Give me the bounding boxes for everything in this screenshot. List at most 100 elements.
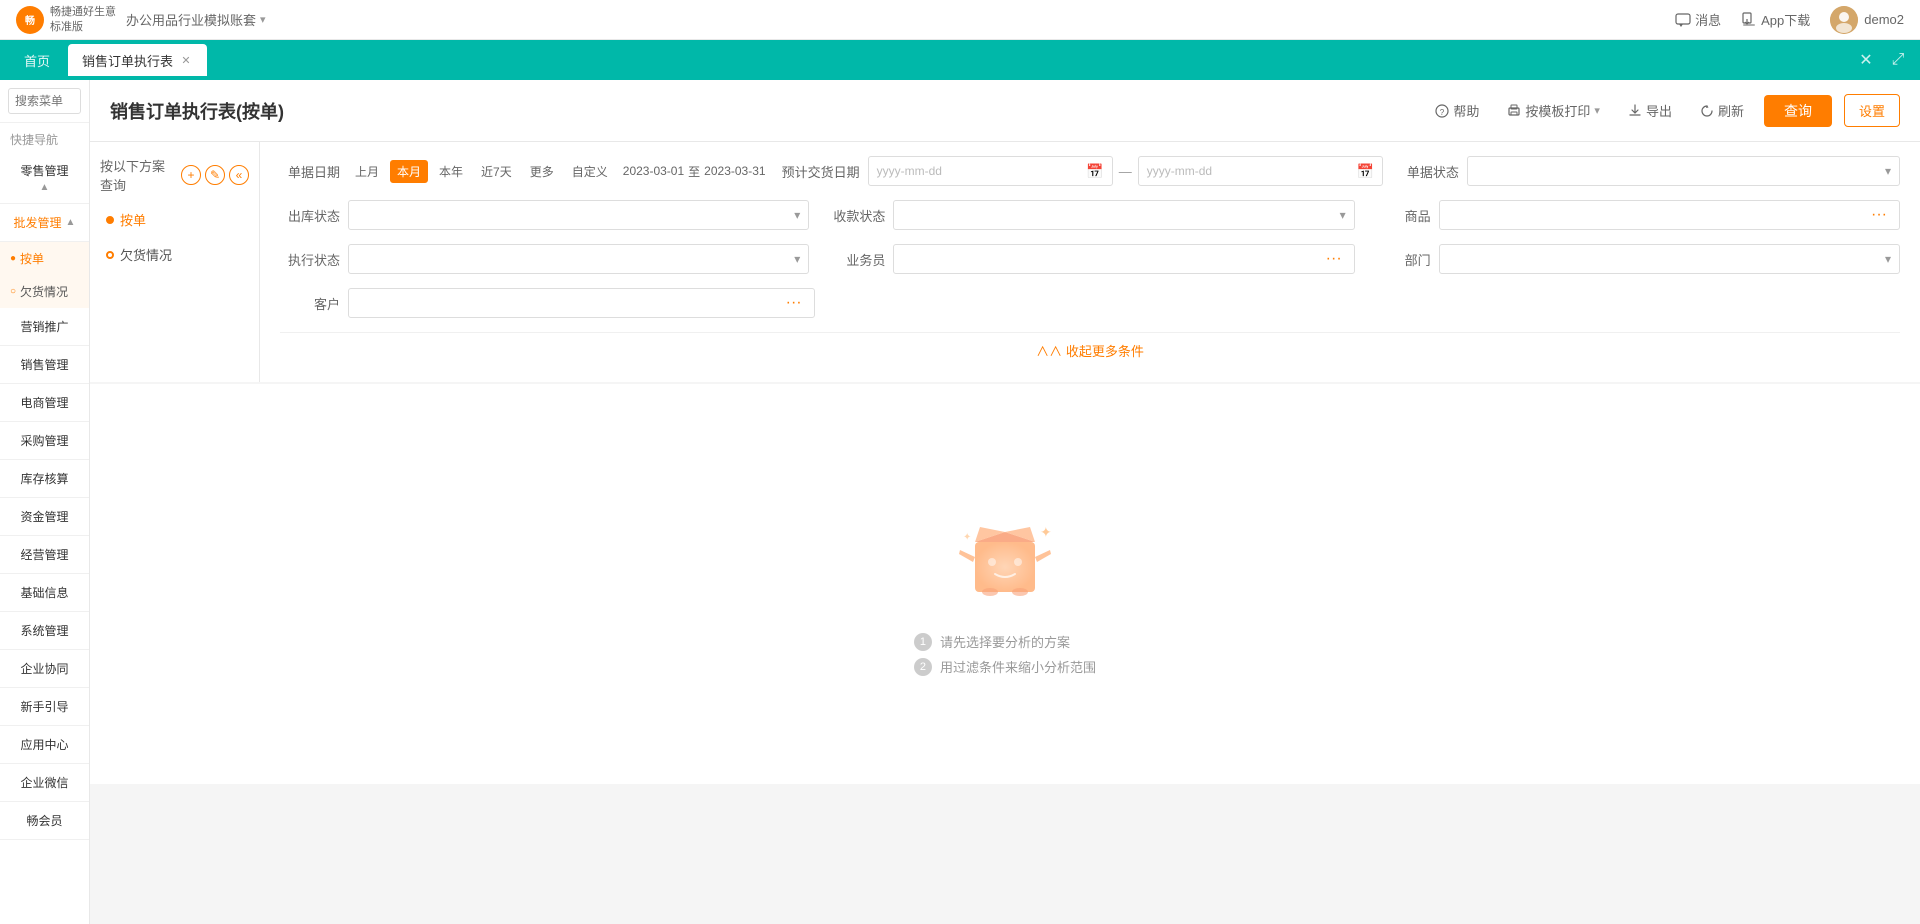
shipment-status-select[interactable]: ▾	[348, 200, 809, 230]
sidebar-item-member[interactable]: 畅会员	[0, 802, 89, 840]
date-btn-this-year[interactable]: 本年	[432, 160, 470, 183]
app-name: 畅捷通好生意 标准版	[50, 5, 116, 34]
empty-tips: 1 请先选择要分析的方案 2 用过滤条件来缩小分析范围	[914, 632, 1096, 676]
goods-label: 商品	[1371, 206, 1431, 225]
print-template-btn[interactable]: 按模板打印 ▾	[1499, 97, 1608, 124]
sidebar-item-wholesale[interactable]: 批发管理 ▲	[0, 204, 89, 242]
sidebar-nav-label: 快捷导航	[0, 123, 89, 152]
receipt-chevron: ▾	[1340, 208, 1346, 222]
exec-status-select[interactable]: ▾	[348, 244, 809, 274]
sidebar-item-finance[interactable]: 资金管理	[0, 498, 89, 536]
message-btn[interactable]: 消息	[1675, 10, 1721, 29]
sidebar-item-purchase[interactable]: 采购管理	[0, 422, 89, 460]
date-btn-7days[interactable]: 近7天	[474, 160, 519, 183]
goods-input[interactable]: ···	[1439, 200, 1900, 230]
tip-num-1: 1	[914, 633, 932, 651]
empty-tip-2: 2 用过滤条件来缩小分析范围	[914, 657, 1096, 676]
date-btn-more[interactable]: 更多	[523, 160, 561, 183]
date-btn-last-month[interactable]: 上月	[348, 160, 386, 183]
sidebar-item-owe-goods[interactable]: ○ 欠货情况	[0, 275, 89, 308]
sidebar-item-sales[interactable]: 销售管理	[0, 346, 89, 384]
page-title: 销售订单执行表(按单)	[110, 98, 284, 138]
shipment-status-label: 出库状态	[280, 206, 340, 225]
doc-status-label: 单据状态	[1399, 162, 1459, 181]
filter-doc-status: 单据状态 ▾	[1399, 156, 1900, 186]
customer-input[interactable]: ···	[348, 288, 815, 318]
filter-dept: 部门 ▾	[1371, 244, 1900, 274]
date-btn-current-month[interactable]: 本月	[390, 160, 428, 183]
customer-more-icon[interactable]: ···	[782, 294, 806, 312]
dept-select[interactable]: ▾	[1439, 244, 1900, 274]
expected-date-start[interactable]: yyyy-mm-dd 📅	[868, 156, 1113, 186]
sidebar-item-ecommerce[interactable]: 电商管理	[0, 384, 89, 422]
sidebar-item-operations[interactable]: 经营管理	[0, 536, 89, 574]
expected-date-end[interactable]: yyyy-mm-dd 📅	[1138, 156, 1383, 186]
tab-bar: 首页 销售订单执行表 ✕ ✕ ⤢	[0, 40, 1920, 80]
tab-sales-order[interactable]: 销售订单执行表 ✕	[68, 44, 207, 76]
help-icon: ?	[1435, 104, 1449, 118]
sidebar: 快捷导航 零售管理 ▲ 批发管理 ▲ ● 按单 ○ 欠货情况 营销推广 销售管理	[0, 80, 90, 924]
sidebar-search-container	[0, 80, 89, 123]
header-dropdown-icon[interactable]: ▾	[260, 13, 266, 26]
doc-date-label: 单据日期	[280, 162, 340, 181]
expected-date-range: yyyy-mm-dd 📅 — yyyy-mm-dd 📅	[868, 156, 1383, 186]
salesperson-input[interactable]: ···	[893, 244, 1354, 274]
content-area: 销售订单执行表(按单) ? 帮助 按模板打印 ▾ 导出 刷新	[90, 80, 1920, 924]
sidebar-item-newbie[interactable]: 新手引导	[0, 688, 89, 726]
sidebar-item-inventory[interactable]: 库存核算	[0, 460, 89, 498]
dept-label: 部门	[1371, 250, 1431, 269]
empty-tip-1: 1 请先选择要分析的方案	[914, 632, 1096, 651]
svg-text:?: ?	[1440, 108, 1445, 117]
add-scheme-btn[interactable]: +	[181, 165, 201, 185]
expected-date-label: 预计交货日期	[782, 162, 860, 181]
refresh-btn[interactable]: 刷新	[1692, 97, 1752, 124]
filter-row-4: 客户 ···	[280, 288, 815, 318]
goods-more-icon[interactable]: ···	[1867, 206, 1891, 224]
settings-btn[interactable]: 设置	[1844, 94, 1900, 127]
collapse-scheme-btn[interactable]: «	[229, 165, 249, 185]
sidebar-item-apps[interactable]: 应用中心	[0, 726, 89, 764]
scheme-item-by-order[interactable]: 按单	[90, 202, 259, 237]
sidebar-item-system[interactable]: 系统管理	[0, 612, 89, 650]
tab-close-btn[interactable]: ✕	[179, 53, 193, 67]
sidebar-item-wechat[interactable]: 企业微信	[0, 764, 89, 802]
tab-close-all-btn[interactable]: ✕	[1854, 48, 1878, 72]
app-logo: 畅	[16, 6, 44, 34]
doc-status-select[interactable]: ▾	[1467, 156, 1900, 186]
message-icon	[1675, 12, 1691, 28]
filter-scheme-panel: 按以下方案查询 + ✎ « 按单 欠货情况	[90, 142, 260, 382]
sidebar-item-retail[interactable]: 零售管理 ▲	[0, 152, 89, 204]
export-btn[interactable]: 导出	[1620, 97, 1680, 124]
print-dropdown-icon[interactable]: ▾	[1594, 104, 1600, 117]
filter-collapse-btn[interactable]: ∧∧ 收起更多条件	[280, 332, 1900, 368]
scheme-dot-filled	[106, 216, 114, 224]
search-input[interactable]	[8, 88, 81, 114]
receipt-status-select[interactable]: ▾	[893, 200, 1354, 230]
date-btn-custom[interactable]: 自定义	[565, 160, 615, 183]
calendar-start-icon[interactable]: 📅	[1086, 163, 1103, 180]
sidebar-item-by-order[interactable]: ● 按单	[0, 242, 89, 275]
page-header: 销售订单执行表(按单) ? 帮助 按模板打印 ▾ 导出 刷新	[90, 80, 1920, 142]
help-btn[interactable]: ? 帮助	[1427, 97, 1487, 124]
calendar-end-icon[interactable]: 📅	[1356, 163, 1373, 180]
sidebar-item-enterprise[interactable]: 企业协同	[0, 650, 89, 688]
search-btn[interactable]: 查询	[1764, 95, 1832, 127]
tab-expand-btn[interactable]: ⤢	[1886, 48, 1910, 72]
main-layout: 快捷导航 零售管理 ▲ 批发管理 ▲ ● 按单 ○ 欠货情况 营销推广 销售管理	[0, 80, 1920, 924]
tab-home[interactable]: 首页	[10, 44, 64, 76]
salesperson-label: 业务员	[825, 250, 885, 269]
user-btn[interactable]: demo2	[1830, 6, 1904, 34]
exec-chevron: ▾	[794, 252, 800, 266]
filter-row-1: 单据日期 上月 本月 本年 近7天 更多 自定义 2023-03-01 至	[280, 156, 1900, 186]
customer-label: 客户	[280, 294, 340, 313]
edit-scheme-btn[interactable]: ✎	[205, 165, 225, 185]
filter-goods: 商品 ···	[1371, 200, 1900, 230]
scheme-item-owe-goods[interactable]: 欠货情况	[90, 237, 259, 272]
refresh-icon	[1700, 104, 1714, 118]
app-download-btn[interactable]: App下载	[1741, 10, 1810, 29]
sidebar-item-marketing[interactable]: 营销推广	[0, 308, 89, 346]
salesperson-more-icon[interactable]: ···	[1322, 250, 1346, 268]
header-title[interactable]: 办公用品行业模拟账套 ▾	[126, 10, 266, 29]
empty-illustration: ✦ ✦	[945, 492, 1065, 612]
sidebar-item-base[interactable]: 基础信息	[0, 574, 89, 612]
